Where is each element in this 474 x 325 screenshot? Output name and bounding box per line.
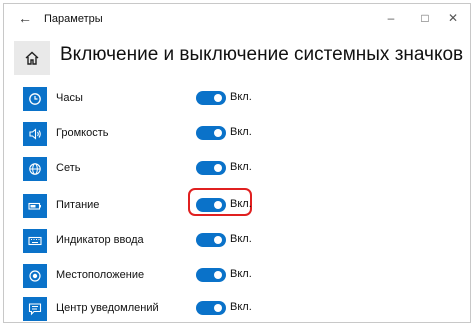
toggle-state-power: Вкл. bbox=[230, 198, 252, 210]
location-icon bbox=[29, 270, 41, 282]
app-title: Параметры bbox=[44, 13, 103, 25]
item-label-power: Питание bbox=[56, 199, 100, 211]
location-tile bbox=[23, 264, 47, 288]
battery-icon bbox=[28, 202, 41, 210]
globe-icon bbox=[29, 163, 41, 175]
maximize-icon[interactable]: □ bbox=[416, 10, 434, 26]
toggle-state-network: Вкл. bbox=[230, 161, 252, 173]
toggle-knob bbox=[214, 129, 222, 137]
toggle-input[interactable] bbox=[196, 233, 226, 247]
list-item: Индикатор ввода Вкл. bbox=[4, 229, 470, 259]
item-label-location: Местоположение bbox=[56, 269, 145, 281]
network-tile bbox=[23, 157, 47, 181]
title-bar: ← Параметры – □ ✕ bbox=[4, 4, 470, 34]
toggle-network[interactable] bbox=[196, 161, 226, 175]
toggle-power[interactable] bbox=[196, 198, 226, 212]
list-item: Центр уведомлений Вкл. bbox=[4, 297, 470, 322]
keyboard-icon bbox=[28, 236, 42, 246]
home-button[interactable] bbox=[14, 41, 50, 75]
toggle-state-input: Вкл. bbox=[230, 233, 252, 245]
toggle-notifications[interactable] bbox=[196, 301, 226, 315]
toggle-knob bbox=[214, 94, 222, 102]
minimize-icon[interactable]: – bbox=[382, 10, 400, 26]
toggle-state-volume: Вкл. bbox=[230, 126, 252, 138]
back-arrow-icon[interactable]: ← bbox=[18, 10, 34, 26]
home-icon bbox=[25, 51, 39, 65]
list-item: Часы Вкл. bbox=[4, 87, 470, 117]
toggle-state-notifications: Вкл. bbox=[230, 301, 252, 313]
settings-window: ← Параметры – □ ✕ Включение и выключение… bbox=[3, 3, 471, 323]
toggle-location[interactable] bbox=[196, 268, 226, 282]
toggle-knob bbox=[214, 271, 222, 279]
list-item: Питание Вкл. bbox=[4, 188, 470, 224]
toggle-clock[interactable] bbox=[196, 91, 226, 105]
list-item: Местоположение Вкл. bbox=[4, 264, 470, 294]
item-label-clock: Часы bbox=[56, 92, 83, 104]
item-label-volume: Громкость bbox=[56, 127, 109, 139]
close-icon[interactable]: ✕ bbox=[444, 10, 462, 26]
item-label-input: Индикатор ввода bbox=[56, 234, 144, 246]
page-header: Включение и выключение системных значков bbox=[4, 40, 470, 80]
toggle-knob bbox=[214, 236, 222, 244]
toggle-state-location: Вкл. bbox=[230, 268, 252, 280]
notifications-tile bbox=[23, 297, 47, 321]
power-tile bbox=[23, 194, 47, 218]
toggle-knob bbox=[214, 201, 222, 209]
clock-icon bbox=[29, 93, 41, 105]
clock-tile bbox=[23, 87, 47, 111]
toggle-knob bbox=[214, 164, 222, 172]
toggle-volume[interactable] bbox=[196, 126, 226, 140]
toggle-knob bbox=[214, 304, 222, 312]
toggle-state-clock: Вкл. bbox=[230, 91, 252, 103]
speaker-icon bbox=[29, 128, 41, 140]
page-title: Включение и выключение системных значков bbox=[60, 44, 464, 65]
notification-icon bbox=[28, 303, 42, 316]
item-label-notifications: Центр уведомлений bbox=[56, 302, 159, 314]
volume-tile bbox=[23, 122, 47, 146]
list-item: Сеть Вкл. bbox=[4, 157, 470, 187]
list-item: Громкость Вкл. bbox=[4, 122, 470, 152]
input-tile bbox=[23, 229, 47, 253]
item-label-network: Сеть bbox=[56, 162, 81, 174]
